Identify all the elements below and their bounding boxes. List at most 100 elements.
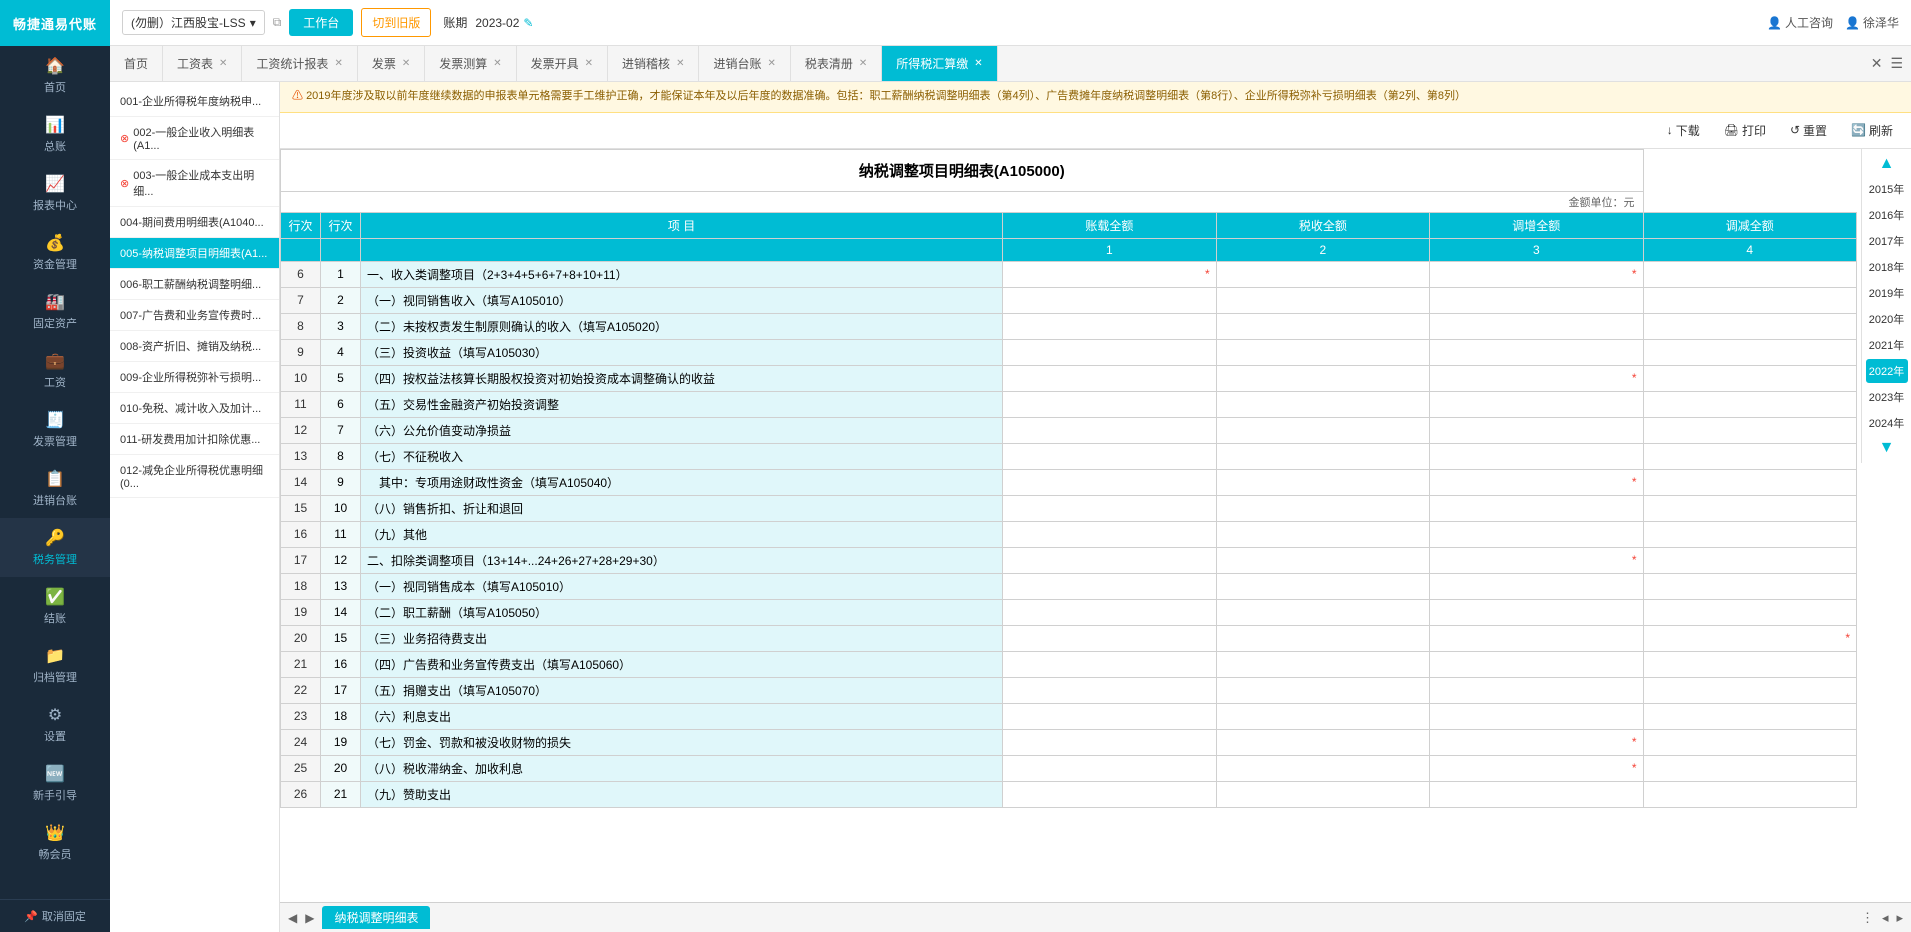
sidebar-item-home[interactable]: 🏠首页 <box>0 46 110 105</box>
data-c3[interactable] <box>1430 651 1643 677</box>
period-edit-icon[interactable]: ✎ <box>523 16 533 30</box>
tab-close-icon[interactable]: ✕ <box>402 58 410 69</box>
data-c2[interactable] <box>1216 261 1429 287</box>
data-c2[interactable] <box>1216 521 1429 547</box>
data-c4[interactable] <box>1643 781 1856 807</box>
sheet-tab[interactable]: 纳税调整明细表 <box>322 906 430 929</box>
data-c4[interactable] <box>1643 339 1856 365</box>
workbench-button[interactable]: 工作台 <box>289 9 353 36</box>
data-c1[interactable] <box>1003 651 1216 677</box>
year-btn-2017年[interactable]: 2017年 <box>1866 229 1908 253</box>
pin-sidebar-button[interactable]: 📌 取消固定 <box>0 899 110 932</box>
data-c1[interactable] <box>1003 365 1216 391</box>
data-c2[interactable] <box>1216 703 1429 729</box>
data-c2[interactable] <box>1216 313 1429 339</box>
nav-right-icon[interactable]: ▶ <box>305 911 314 925</box>
data-c4[interactable] <box>1643 573 1856 599</box>
left-item-007[interactable]: 007-广告费和业务宣传费时... <box>110 300 279 331</box>
data-c2[interactable] <box>1216 677 1429 703</box>
data-c4[interactable] <box>1643 755 1856 781</box>
data-c2[interactable] <box>1216 729 1429 755</box>
data-c3[interactable] <box>1430 677 1643 703</box>
year-btn-2016年[interactable]: 2016年 <box>1866 203 1908 227</box>
data-c4[interactable] <box>1643 261 1856 287</box>
refresh-button[interactable]: 🔄 刷新 <box>1845 119 1899 142</box>
data-c2[interactable] <box>1216 547 1429 573</box>
data-c2[interactable] <box>1216 755 1429 781</box>
bottom-scroll-left[interactable]: ◂ <box>1882 910 1889 926</box>
tab-close-icon[interactable]: ✕ <box>859 58 867 69</box>
user-avatar[interactable]: 👤 徐泽华 <box>1845 14 1899 31</box>
nav-tab-所得税汇算缴[interactable]: 所得税汇算缴✕ <box>882 46 997 82</box>
data-c1[interactable] <box>1003 521 1216 547</box>
year-btn-2021年[interactable]: 2021年 <box>1866 333 1908 357</box>
data-c3[interactable] <box>1430 521 1643 547</box>
nav-left-icon[interactable]: ◀ <box>288 911 297 925</box>
left-item-003[interactable]: ⊗003-一般企业成本支出明细... <box>110 160 279 207</box>
left-item-009[interactable]: 009-企业所得税弥补亏损明... <box>110 362 279 393</box>
sidebar-item-asset[interactable]: 💰资金管理 <box>0 223 110 282</box>
data-c2[interactable] <box>1216 573 1429 599</box>
year-btn-2024年[interactable]: 2024年 <box>1866 411 1908 435</box>
data-c2[interactable] <box>1216 365 1429 391</box>
company-selector[interactable]: (勿删）江西股宝-LSS ▾ <box>122 10 265 35</box>
bottom-scroll-right[interactable]: ▸ <box>1896 910 1903 926</box>
data-c3[interactable]: * <box>1430 755 1643 781</box>
left-item-010[interactable]: 010-免税、减计收入及加计... <box>110 393 279 424</box>
data-c1[interactable] <box>1003 443 1216 469</box>
left-item-005[interactable]: 005-纳税调整项目明细表(A1... <box>110 238 279 269</box>
data-c1[interactable] <box>1003 573 1216 599</box>
data-c3[interactable]: * <box>1430 547 1643 573</box>
data-c2[interactable] <box>1216 599 1429 625</box>
data-c4[interactable] <box>1643 313 1856 339</box>
nav-tab-发票开具[interactable]: 发票开具✕ <box>517 46 608 82</box>
data-c4[interactable] <box>1643 599 1856 625</box>
data-c3[interactable]: * <box>1430 729 1643 755</box>
data-c1[interactable] <box>1003 313 1216 339</box>
data-c1[interactable] <box>1003 599 1216 625</box>
data-c1[interactable] <box>1003 469 1216 495</box>
sidebar-item-archive[interactable]: 📁归档管理 <box>0 636 110 695</box>
tab-close-icon[interactable]: ✕ <box>974 58 982 69</box>
data-c2[interactable] <box>1216 495 1429 521</box>
nav-menu-icon[interactable]: ☰ <box>1890 55 1903 72</box>
left-item-008[interactable]: 008-资产折旧、摊销及纳税... <box>110 331 279 362</box>
data-c4[interactable] <box>1643 651 1856 677</box>
sidebar-item-ledger[interactable]: 📊总账 <box>0 105 110 164</box>
data-c2[interactable] <box>1216 391 1429 417</box>
nav-tab-首页[interactable]: 首页 <box>110 46 163 82</box>
year-btn-2020年[interactable]: 2020年 <box>1866 307 1908 331</box>
data-c1[interactable] <box>1003 781 1216 807</box>
data-c4[interactable] <box>1643 677 1856 703</box>
print-button[interactable]: 🖨 打印 <box>1718 119 1772 142</box>
data-c2[interactable] <box>1216 443 1429 469</box>
data-c3[interactable]: * <box>1430 365 1643 391</box>
data-c1[interactable] <box>1003 495 1216 521</box>
left-item-011[interactable]: 011-研发费用加计扣除优惠... <box>110 424 279 455</box>
nav-tab-进销台账[interactable]: 进销台账✕ <box>699 46 790 82</box>
download-button[interactable]: ↓ 下载 <box>1661 119 1706 142</box>
data-c2[interactable] <box>1216 339 1429 365</box>
data-c4[interactable] <box>1643 391 1856 417</box>
left-item-012[interactable]: 012-减免企业所得税优惠明细(0... <box>110 455 279 498</box>
data-c1[interactable] <box>1003 677 1216 703</box>
data-c2[interactable] <box>1216 625 1429 651</box>
data-c2[interactable] <box>1216 651 1429 677</box>
close-all-icon[interactable]: ✕ <box>1871 55 1883 72</box>
data-c1[interactable] <box>1003 417 1216 443</box>
sidebar-item-purchase[interactable]: 📋进销台账 <box>0 459 110 518</box>
data-c3[interactable]: * <box>1430 469 1643 495</box>
nav-tab-发票测算[interactable]: 发票测算✕ <box>425 46 516 82</box>
data-c3[interactable] <box>1430 339 1643 365</box>
year-btn-2019年[interactable]: 2019年 <box>1866 281 1908 305</box>
nav-tab-进销稽核[interactable]: 进销稽核✕ <box>608 46 699 82</box>
tab-close-icon[interactable]: ✕ <box>676 58 684 69</box>
sidebar-item-setting[interactable]: ⚙设置 <box>0 695 110 754</box>
data-c2[interactable] <box>1216 469 1429 495</box>
data-c3[interactable] <box>1430 313 1643 339</box>
data-c3[interactable] <box>1430 391 1643 417</box>
left-item-001[interactable]: 001-企业所得税年度纳税申... <box>110 86 279 117</box>
data-c4[interactable] <box>1643 703 1856 729</box>
year-btn-2023年[interactable]: 2023年 <box>1866 385 1908 409</box>
left-item-002[interactable]: ⊗002-一般企业收入明细表(A1... <box>110 117 279 160</box>
